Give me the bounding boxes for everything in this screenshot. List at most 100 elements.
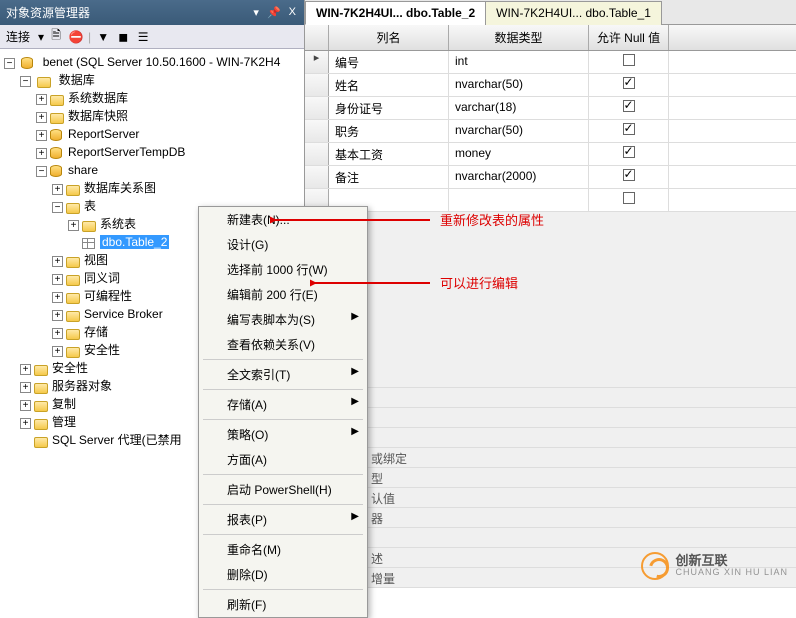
filter-icon[interactable]: ▼ — [95, 29, 111, 45]
menu-script-table-as[interactable]: 编写表脚本为(S)▶ — [199, 307, 367, 332]
cell-data-type[interactable]: nvarchar(50) — [449, 120, 589, 142]
cell-data-type[interactable]: varchar(18) — [449, 97, 589, 119]
tree-toggle[interactable]: + — [68, 220, 79, 231]
tree-item[interactable]: SQL Server 代理(已禁用 — [52, 433, 182, 447]
tree-toggle[interactable]: + — [52, 310, 63, 321]
cell-allow-null[interactable] — [589, 97, 669, 119]
panel-pin-icon[interactable]: 📌 — [265, 6, 283, 19]
menu-storage[interactable]: 存储(A)▶ — [199, 392, 367, 417]
menu-edit-top-200[interactable]: 编辑前 200 行(E) — [199, 282, 367, 307]
tree-toggle[interactable]: + — [52, 346, 63, 357]
menu-view-dependencies[interactable]: 查看依赖关系(V) — [199, 332, 367, 357]
tree-toggle[interactable]: + — [52, 274, 63, 285]
checkbox-icon[interactable] — [623, 146, 635, 158]
table-row[interactable]: 身份证号varchar(18) — [305, 97, 796, 120]
tree-toggle[interactable]: + — [52, 292, 63, 303]
tree-toggle[interactable]: − — [20, 76, 31, 87]
table-row[interactable]: 备注nvarchar(2000) — [305, 166, 796, 189]
tree-toggle[interactable]: + — [36, 112, 47, 123]
menu-policies[interactable]: 策略(O)▶ — [199, 422, 367, 447]
checkbox-icon[interactable] — [623, 169, 635, 181]
tree-item[interactable]: Service Broker — [84, 307, 163, 321]
tree-toggle[interactable]: + — [20, 418, 31, 429]
cell-column-name[interactable]: 职务 — [329, 120, 449, 142]
tree-item[interactable]: 数据库快照 — [68, 109, 128, 123]
row-selector[interactable] — [305, 74, 329, 96]
connect-label[interactable]: 连接 — [6, 28, 30, 45]
tree-item-share[interactable]: share — [68, 163, 98, 177]
tab-table2[interactable]: WIN-7K2H4UI... dbo.Table_2 — [305, 1, 486, 25]
col-header-name[interactable]: 列名 — [329, 25, 449, 50]
tree-toggle[interactable]: − — [52, 202, 63, 213]
menu-reports[interactable]: 报表(P)▶ — [199, 507, 367, 532]
row-selector[interactable]: ▸ — [305, 51, 329, 73]
tree-toggle[interactable]: − — [36, 166, 47, 177]
tree-item[interactable]: 安全性 — [52, 361, 88, 375]
cell-column-name[interactable]: 编号 — [329, 51, 449, 73]
cell-column-name[interactable]: 备注 — [329, 166, 449, 188]
tree-item[interactable]: ReportServerTempDB — [68, 145, 185, 159]
tree-item[interactable]: 服务器对象 — [52, 379, 112, 393]
panel-close-icon[interactable]: X — [287, 6, 298, 19]
menu-refresh[interactable]: 刷新(F) — [199, 592, 367, 617]
table-row[interactable]: 姓名nvarchar(50) — [305, 74, 796, 97]
tree-item[interactable]: 系统表 — [100, 217, 136, 231]
cell-data-type[interactable]: money — [449, 143, 589, 165]
cell-allow-null[interactable] — [589, 120, 669, 142]
checkbox-icon[interactable] — [623, 77, 635, 89]
tree-item-databases[interactable]: 数据库 — [59, 73, 95, 87]
tree-toggle[interactable]: + — [52, 256, 63, 267]
list-icon[interactable]: ☰ — [135, 29, 151, 45]
stop-icon[interactable]: ◼ — [115, 29, 131, 45]
menu-design[interactable]: 设计(G) — [199, 232, 367, 257]
tree-server-root[interactable]: benet (SQL Server 10.50.1600 - WIN-7K2H4 — [43, 55, 281, 69]
cell-allow-null[interactable] — [589, 143, 669, 165]
tree-item[interactable]: 管理 — [52, 415, 76, 429]
checkbox-icon[interactable] — [623, 54, 635, 66]
tree-toggle[interactable]: + — [52, 184, 63, 195]
tree-item[interactable]: 可编程性 — [84, 289, 132, 303]
tree-item[interactable]: 数据库关系图 — [84, 181, 156, 195]
tree-toggle[interactable]: + — [36, 148, 47, 159]
cell-column-name[interactable]: 姓名 — [329, 74, 449, 96]
cell-allow-null[interactable] — [589, 74, 669, 96]
row-selector[interactable] — [305, 143, 329, 165]
tab-table1[interactable]: WIN-7K2H4UI... dbo.Table_1 — [485, 1, 662, 25]
refresh-icon[interactable]: 🗎 — [48, 29, 64, 45]
row-selector[interactable] — [305, 97, 329, 119]
cell-column-name[interactable]: 基本工资 — [329, 143, 449, 165]
tree-toggle[interactable]: + — [20, 400, 31, 411]
tree-item[interactable]: 系统数据库 — [68, 91, 128, 105]
tree-toggle[interactable]: + — [20, 364, 31, 375]
col-header-nullable[interactable]: 允许 Null 值 — [589, 25, 669, 50]
tree-item[interactable]: 视图 — [84, 253, 108, 267]
row-selector[interactable] — [305, 166, 329, 188]
tree-item[interactable]: 复制 — [52, 397, 76, 411]
tree-item[interactable]: 存储 — [84, 325, 108, 339]
menu-rename[interactable]: 重命名(M) — [199, 537, 367, 562]
tree-toggle[interactable]: + — [36, 94, 47, 105]
cell-allow-null[interactable] — [589, 166, 669, 188]
tree-item[interactable]: ReportServer — [68, 127, 139, 141]
disconnect-icon[interactable]: ⛔ — [68, 29, 84, 45]
tree-toggle[interactable]: + — [36, 130, 47, 141]
checkbox-icon[interactable] — [623, 123, 635, 135]
menu-start-powershell[interactable]: 启动 PowerShell(H) — [199, 477, 367, 502]
tree-item[interactable]: 安全性 — [84, 343, 120, 357]
table-row[interactable]: 基本工资money — [305, 143, 796, 166]
cell-data-type[interactable]: int — [449, 51, 589, 73]
tree-toggle[interactable]: − — [4, 58, 15, 69]
menu-delete[interactable]: 删除(D) — [199, 562, 367, 587]
cell-column-name[interactable]: 身份证号 — [329, 97, 449, 119]
col-header-type[interactable]: 数据类型 — [449, 25, 589, 50]
tree-item[interactable]: 同义词 — [84, 271, 120, 285]
checkbox-icon[interactable] — [623, 100, 635, 112]
cell-data-type[interactable]: nvarchar(50) — [449, 74, 589, 96]
table-row[interactable]: 职务nvarchar(50) — [305, 120, 796, 143]
menu-facets[interactable]: 方面(A) — [199, 447, 367, 472]
row-selector[interactable] — [305, 120, 329, 142]
tree-toggle[interactable]: + — [52, 328, 63, 339]
table-row[interactable]: ▸编号int — [305, 51, 796, 74]
tree-item-table2-selected[interactable]: dbo.Table_2 — [100, 235, 169, 249]
panel-dropdown-icon[interactable]: ▾ — [251, 6, 261, 19]
